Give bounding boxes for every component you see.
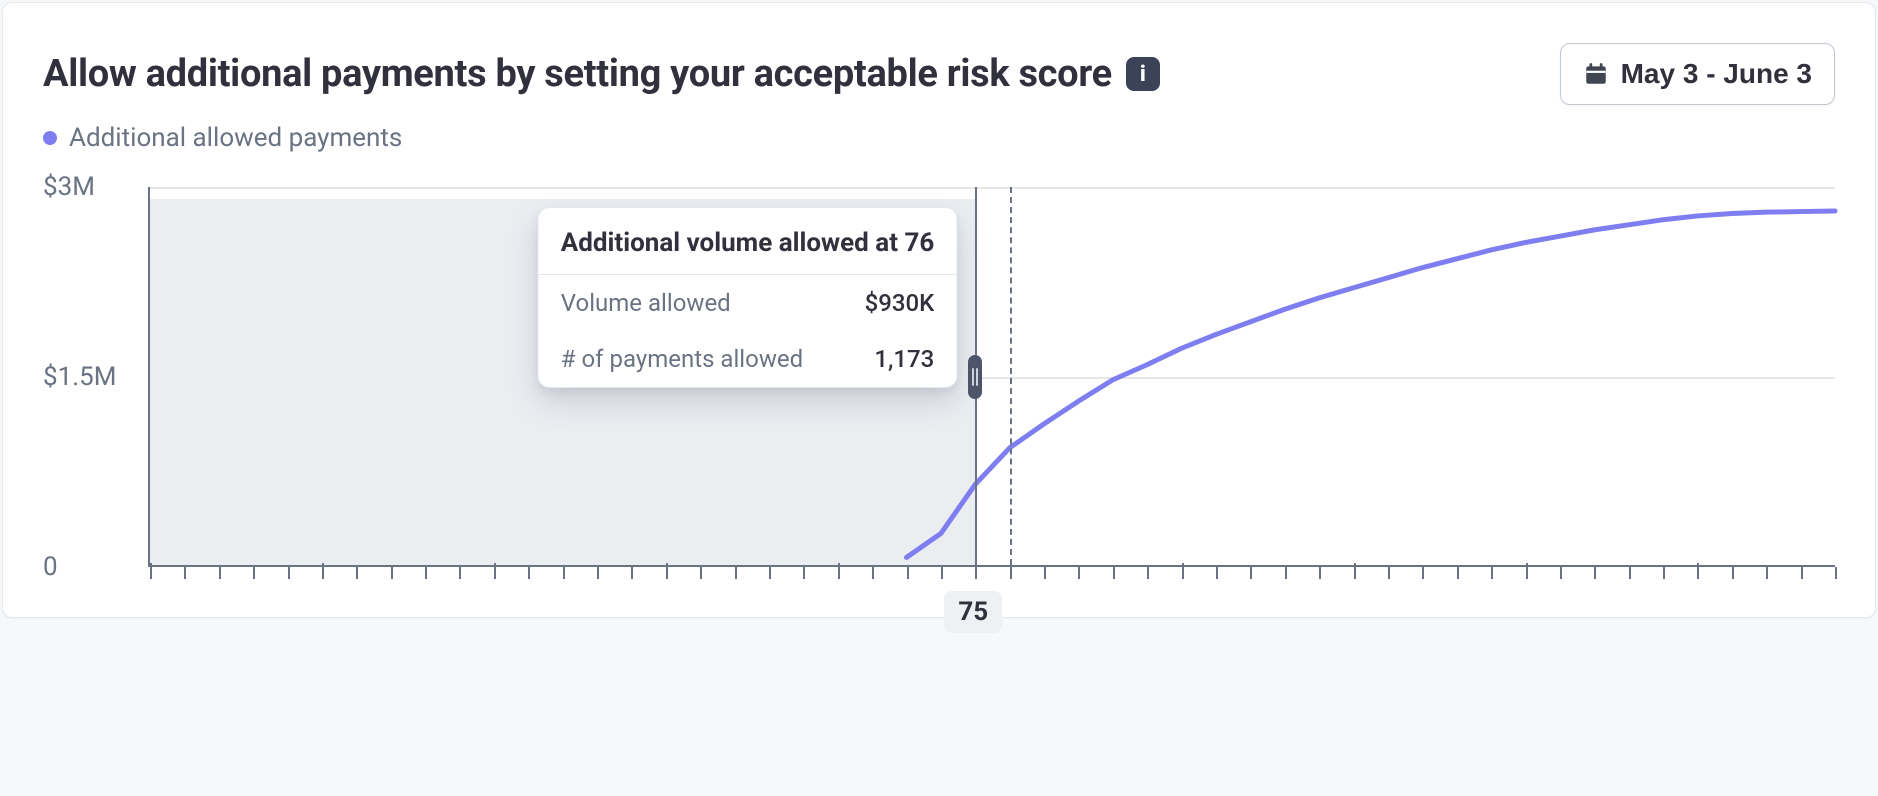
- tooltip-key: # of payments allowed: [561, 345, 803, 373]
- hover-guideline: [1010, 187, 1012, 565]
- threshold-badge: 75: [944, 591, 1002, 633]
- chart-area: 0$1.5M$3M Additional volume allowed at 7…: [43, 187, 1835, 567]
- calendar-icon: [1583, 61, 1609, 87]
- y-tick-label: $1.5M: [43, 362, 116, 392]
- tooltip-row: Volume allowed $930K: [539, 275, 957, 331]
- tooltip-row: # of payments allowed 1,173: [539, 331, 957, 387]
- chart-header: Allow additional payments by setting you…: [43, 43, 1835, 105]
- tooltip-value: $930K: [865, 289, 935, 317]
- legend-label: Additional allowed payments: [69, 123, 402, 153]
- chart-tooltip: Additional volume allowed at 76 Volume a…: [538, 207, 958, 388]
- info-icon[interactable]: i: [1126, 57, 1160, 91]
- chart-title-wrap: Allow additional payments by setting you…: [43, 52, 1160, 96]
- y-tick-label: 0: [43, 552, 58, 582]
- date-range-button[interactable]: May 3 - June 3: [1560, 43, 1835, 105]
- tooltip-key: Volume allowed: [561, 289, 731, 317]
- chart-legend: Additional allowed payments: [43, 123, 1835, 153]
- date-range-label: May 3 - June 3: [1621, 58, 1812, 90]
- series-line: [150, 187, 1835, 565]
- risk-score-chart-card: Allow additional payments by setting you…: [2, 2, 1876, 618]
- tooltip-value: 1,173: [874, 345, 934, 373]
- legend-swatch-icon: [43, 131, 57, 145]
- threshold-slider-handle[interactable]: [968, 355, 982, 399]
- y-tick-label: $3M: [43, 172, 95, 202]
- tooltip-title: Additional volume allowed at 76: [539, 208, 957, 275]
- chart-title: Allow additional payments by setting you…: [43, 52, 1112, 96]
- x-axis-ticks: [150, 565, 1835, 579]
- chart-plot[interactable]: Additional volume allowed at 76 Volume a…: [148, 187, 1835, 567]
